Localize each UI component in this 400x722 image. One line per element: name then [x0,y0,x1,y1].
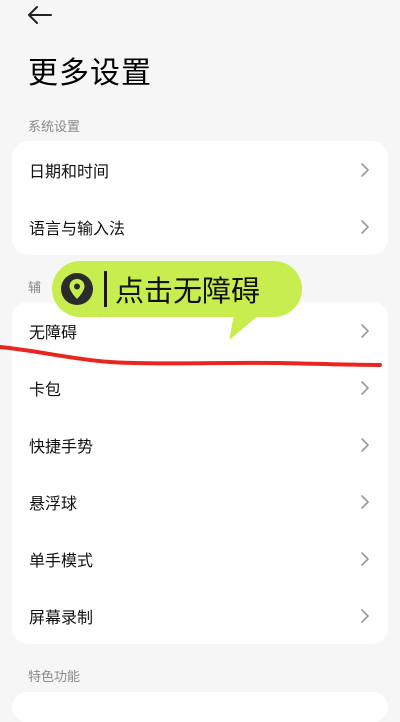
settings-item-label: 屏幕录制 [29,607,94,627]
tooltip-text: 点击无障碍 [115,274,261,308]
chevron-right-icon [358,435,372,455]
settings-item-label: 语言与输入法 [29,218,126,238]
settings-item-gestures[interactable]: 快捷手势 [12,416,388,473]
chevron-right-icon [358,492,372,512]
settings-item-label: 悬浮球 [29,493,78,513]
card-features [12,692,388,722]
chevron-right-icon [358,606,372,626]
tooltip-divider [104,271,107,307]
settings-item-language-input[interactable]: 语言与输入法 [12,198,388,255]
arrow-left-icon [28,6,52,24]
tap-hint-tooltip: 点击无障碍 [52,261,302,317]
section-label-features: 特色功能 [28,670,81,685]
settings-item-label: 快捷手势 [29,436,94,456]
settings-item-screen-record[interactable]: 屏幕录制 [12,587,388,644]
section-label-assist: 辅 [28,281,42,296]
card-system-settings: 日期和时间 语言与输入法 [12,141,388,255]
settings-item-label: 单手模式 [29,550,94,570]
settings-item-floating-ball[interactable]: 悬浮球 [12,473,388,530]
chevron-right-icon [358,549,372,569]
section-label-system: 系统设置 [28,120,81,135]
map-pin-icon [58,270,96,308]
settings-item-one-hand-mode[interactable]: 单手模式 [12,530,388,587]
red-stroke-annotation [0,345,382,367]
back-button[interactable] [22,0,58,30]
settings-item-label: 卡包 [29,379,62,399]
chevron-right-icon [358,160,372,180]
page-title: 更多设置 [28,56,152,91]
settings-item-date-time[interactable]: 日期和时间 [12,141,388,198]
chevron-right-icon [358,217,372,237]
chevron-right-icon [358,378,372,398]
settings-item-label: 日期和时间 [29,161,110,181]
